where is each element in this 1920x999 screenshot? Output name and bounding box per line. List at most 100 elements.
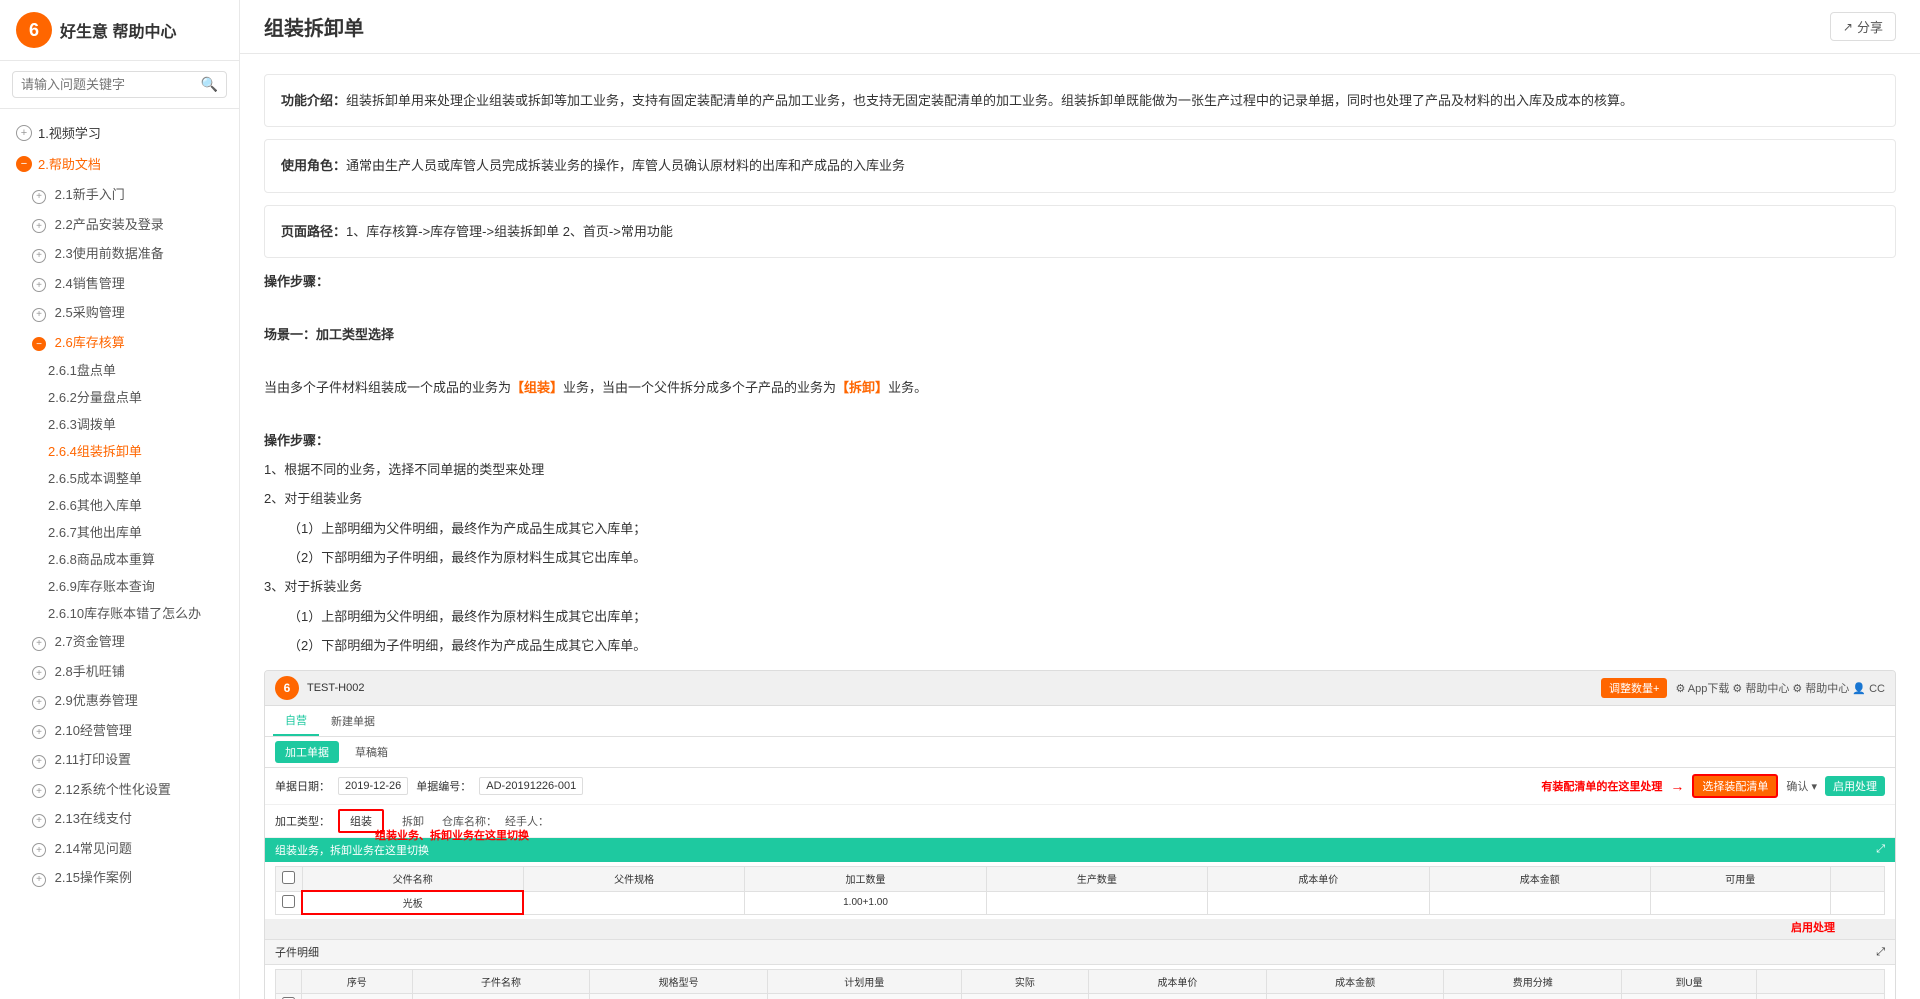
sidebar-item-cases[interactable]: + 2.15操作案例 bbox=[16, 862, 239, 892]
sidebar-item-inventory[interactable]: − 2.6库存核算 bbox=[16, 327, 239, 357]
sidebar-item-ledger-error[interactable]: 2.6.10库存账本错了怎么办 bbox=[32, 599, 239, 626]
sidebar-item-coupon[interactable]: + 2.9优惠券管理 bbox=[16, 685, 239, 715]
sidebar-item-purchase[interactable]: + 2.5采购管理 bbox=[16, 297, 239, 327]
step2-2: （2）下部明细为子件明细，最终作为原材料生成其它出库单。 bbox=[288, 546, 1896, 569]
search-area: 🔍 bbox=[0, 61, 239, 109]
sidebar-item-label: 2.帮助文档 bbox=[38, 154, 101, 173]
ss-check-all[interactable] bbox=[282, 871, 295, 884]
intro-label: 功能介绍： bbox=[281, 93, 346, 108]
plus-icon: + bbox=[32, 696, 46, 710]
plus-icon: + bbox=[32, 843, 46, 857]
plus-icon: + bbox=[32, 666, 46, 680]
ss-col-parent-name: 父件名称 bbox=[302, 866, 523, 891]
nav-sub-items-2: + 2.1新手入门 + 2.2产品安装及登录 + 2.3使用前数据准备 + 2.… bbox=[0, 179, 239, 892]
ss-process-btn[interactable]: 启用处理 bbox=[1825, 776, 1885, 796]
sidebar-item-other-out[interactable]: 2.6.7其他出库单 bbox=[32, 518, 239, 545]
sidebar-item-assembly[interactable]: 2.6.4组装拆卸单 bbox=[32, 437, 239, 464]
ss-col-cost-price: 成本单价 bbox=[1208, 866, 1429, 891]
ss-col-parent-spec: 父件规格 bbox=[523, 866, 744, 891]
ss-parent-name-cell[interactable]: 光板 bbox=[302, 891, 523, 914]
search-icon: 🔍 bbox=[201, 76, 218, 93]
sidebar-item-partial-stocktake[interactable]: 2.6.2分量盘点单 bbox=[32, 383, 239, 410]
intro-block: 功能介绍：组装拆卸单用来处理企业组装或拆卸等加工业务，支持有固定装配清单的产品加… bbox=[264, 74, 1896, 127]
ss-type-label: 加工类型： bbox=[275, 813, 330, 829]
sidebar-item-customization[interactable]: + 2.12系统个性化设置 bbox=[16, 774, 239, 804]
ss-tab-home[interactable]: 自营 bbox=[273, 706, 319, 736]
ss-col-plan-qty: 计划用量 bbox=[767, 970, 961, 994]
ss-row-check[interactable] bbox=[282, 895, 295, 908]
step2: 2、对于组装业务 bbox=[264, 487, 1896, 510]
ss-col-sub-name: 子件名称 bbox=[412, 970, 590, 994]
ss-expand-icon[interactable]: ⤢ bbox=[1876, 843, 1885, 856]
share-button[interactable]: ↗ 分享 bbox=[1830, 12, 1896, 41]
ss-confirm-btn[interactable]: 确认 ▾ bbox=[1786, 778, 1817, 794]
ss-lower-header-text: 子件明细 bbox=[275, 944, 319, 960]
sidebar-item-install[interactable]: + 2.2产品安装及登录 bbox=[16, 209, 239, 239]
sidebar-item-transfer[interactable]: 2.6.3调拨单 bbox=[32, 410, 239, 437]
plus-icon: + bbox=[32, 308, 46, 322]
plus-icon: + bbox=[32, 219, 46, 233]
sidebar-item-ledger-query[interactable]: 2.6.9库存账本查询 bbox=[32, 572, 239, 599]
sidebar-item-cost-adjust[interactable]: 2.6.5成本调整单 bbox=[32, 464, 239, 491]
step3: 3、对于拆装业务 bbox=[264, 575, 1896, 598]
intro-text: 组装拆卸单用来处理企业组装或拆卸等加工业务，支持有固定装配清单的产品加工业务，也… bbox=[346, 93, 1633, 108]
ss-bom-btn[interactable]: 选择装配清单 bbox=[1692, 774, 1778, 798]
plus-icon: + bbox=[32, 784, 46, 798]
role-text: 通常由生产人员或库管人员完成拆装业务的操作，库管人员确认原材料的出库和产成品的入… bbox=[346, 158, 905, 173]
ss-date-value[interactable]: 2019-12-26 bbox=[338, 777, 408, 795]
minus-icon: − bbox=[32, 337, 46, 351]
ss-lower-table: 序号 子件名称 规格型号 计划用量 实际 成本单价 成本金额 费用分摊 到U量 bbox=[275, 969, 1885, 999]
nav-section-1: + 1.视频学习 bbox=[0, 117, 239, 148]
sidebar-item-stocktake[interactable]: 2.6.1盘点单 bbox=[32, 356, 239, 383]
ss-tab-new[interactable]: 新建单据 bbox=[319, 707, 387, 735]
search-box[interactable]: 🔍 bbox=[12, 71, 227, 98]
ss-save-btn[interactable]: 加工单据 bbox=[275, 741, 339, 763]
plus-icon: + bbox=[32, 755, 46, 769]
step2-1: （1）上部明细为父件明细，最终作为产成品生成其它入库单； bbox=[288, 517, 1896, 540]
plus-icon: + bbox=[32, 249, 46, 263]
sidebar-item-help-docs[interactable]: − 2.帮助文档 bbox=[0, 148, 239, 179]
ss-annotation-bom: 有装配清单的在这里处理 bbox=[1541, 778, 1662, 794]
sidebar-item-newcomer[interactable]: + 2.1新手入门 bbox=[16, 179, 239, 209]
search-input[interactable] bbox=[21, 77, 201, 92]
ss-form-label-date: 单据日期： bbox=[275, 778, 330, 794]
ops-label: 操作步骤： bbox=[264, 274, 329, 289]
sidebar-item-operations[interactable]: + 2.10经营管理 bbox=[16, 715, 239, 745]
ss-upper-table: 父件名称 父件规格 加工数量 生产数量 成本单价 成本金额 可用量 bbox=[275, 866, 1885, 916]
ss-sub-name-1: 黑板1 bbox=[412, 994, 590, 999]
plus-icon: + bbox=[32, 190, 46, 204]
plus-icon: + bbox=[32, 725, 46, 739]
ss-upper-table-area: 父件名称 父件规格 加工数量 生产数量 成本单价 成本金额 可用量 bbox=[265, 862, 1895, 920]
ss-orange-btn[interactable]: 调整数量+ bbox=[1601, 678, 1667, 698]
path-block: 页面路径：1、库存核算->库存管理->组装拆卸单 2、首页->常用功能 bbox=[264, 205, 1896, 258]
ss-logo: 6 bbox=[275, 676, 299, 700]
step3-2: （2）下部明细为子件明细，最终作为产成品生成其它入库单。 bbox=[288, 634, 1896, 657]
ss-type-row: 加工类型： 组装 拆卸 仓库名称： 经手人： 组装业务、拆卸业务在这里切换 bbox=[265, 805, 1895, 838]
ss-green-header-text: 组装业务，拆卸业务在这里切换 bbox=[275, 842, 429, 858]
sidebar-item-sales[interactable]: + 2.4销售管理 bbox=[16, 268, 239, 298]
sidebar: 6 好生意 帮助中心 🔍 + 1.视频学习 − 2.帮助文档 + bbox=[0, 0, 240, 999]
sidebar-item-cost-recalc[interactable]: 2.6.8商品成本重算 bbox=[32, 545, 239, 572]
sidebar-item-mobile[interactable]: + 2.8手机旺铺 bbox=[16, 656, 239, 686]
ss-col-alloc: 费用分摊 bbox=[1444, 970, 1622, 994]
sidebar-item-video-learning[interactable]: + 1.视频学习 bbox=[0, 117, 239, 148]
sidebar-item-data-prep[interactable]: + 2.3使用前数据准备 bbox=[16, 238, 239, 268]
sidebar-item-finance[interactable]: + 2.7资金管理 bbox=[16, 626, 239, 656]
plus-icon: + bbox=[32, 637, 46, 651]
ss-toolbar: 加工单据 草稿箱 bbox=[265, 737, 1895, 768]
ss-lower-header: 子件明细 ⤢ bbox=[265, 939, 1895, 965]
ss-draft-btn[interactable]: 草稿箱 bbox=[345, 741, 398, 763]
ss-app-header: 6 TEST-H002 调整数量+ ⚙ App下载 ⚙ 帮助中心 ⚙ 帮助中心 … bbox=[265, 671, 1895, 706]
sidebar-item-other-in[interactable]: 2.6.6其他入库单 bbox=[32, 491, 239, 518]
sidebar-item-payment[interactable]: + 2.13在线支付 bbox=[16, 803, 239, 833]
sidebar-item-print[interactable]: + 2.11打印设置 bbox=[16, 744, 239, 774]
step1: 1、根据不同的业务，选择不同单据的类型来处理 bbox=[264, 458, 1896, 481]
share-icon: ↗ bbox=[1843, 20, 1853, 34]
logo-icon: 6 bbox=[16, 12, 52, 48]
sidebar-item-faq[interactable]: + 2.14常见问题 bbox=[16, 833, 239, 863]
nav-sub-sub-items-26: 2.6.1盘点单 2.6.2分量盘点单 2.6.3调拨单 2.6.4组装拆卸单 … bbox=[16, 356, 239, 626]
screenshot-inner: 6 TEST-H002 调整数量+ ⚙ App下载 ⚙ 帮助中心 ⚙ 帮助中心 … bbox=[265, 671, 1895, 999]
role-block: 使用角色：通常由生产人员或库管人员完成拆装业务的操作，库管人员确认原材料的出库和… bbox=[264, 139, 1896, 192]
ss-lower-expand[interactable]: ⤢ bbox=[1876, 946, 1885, 959]
path-label: 页面路径： bbox=[281, 224, 346, 239]
